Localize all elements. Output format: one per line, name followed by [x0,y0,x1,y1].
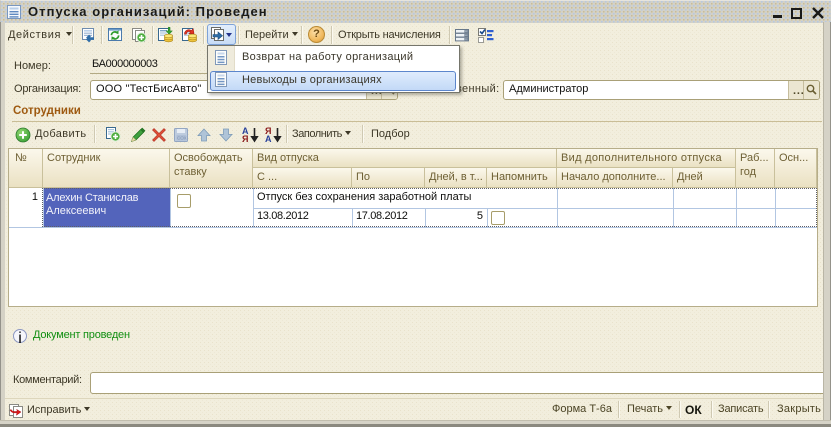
svg-text:Я: Я [242,134,248,143]
svg-text:А: А [265,134,272,143]
svg-text:СОХ: СОХ [177,136,187,141]
